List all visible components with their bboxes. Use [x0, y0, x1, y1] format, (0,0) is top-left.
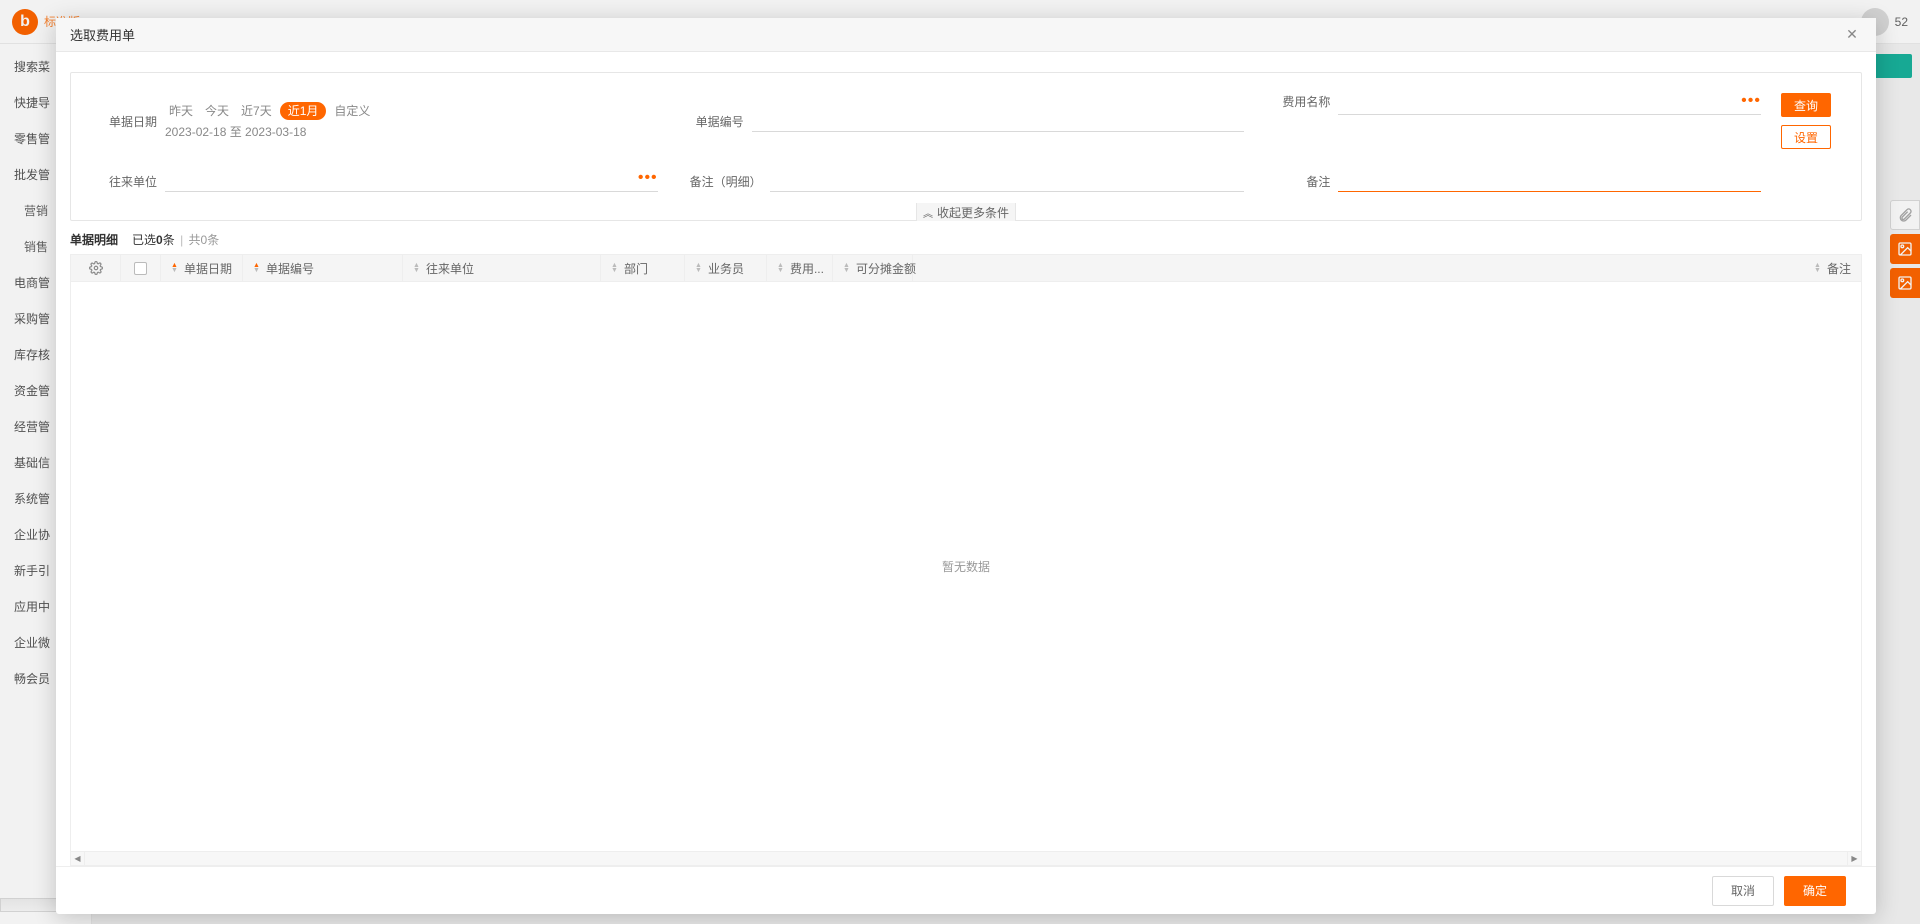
column-alloc-amount[interactable]: ▲▼ 可分摊金额	[833, 255, 913, 281]
remark-detail-input[interactable]	[770, 170, 1245, 192]
collapse-label: 收起更多条件	[937, 204, 1009, 221]
chip-today[interactable]: 今天	[201, 102, 233, 120]
fee-name-input[interactable]	[1338, 93, 1761, 115]
sort-icon: ▲▼	[1814, 263, 1821, 273]
collapse-toggle[interactable]: ︽ 收起更多条件	[916, 203, 1016, 221]
scroll-right-icon[interactable]: ▶	[1847, 852, 1861, 865]
remark-input[interactable]	[1338, 170, 1761, 192]
sort-icon: ▲▼	[777, 263, 784, 273]
select-expense-modal: 选取费用单 ✕ 单据日期 昨天 今天 近7天	[56, 18, 1876, 914]
detail-title: 单据明细	[70, 231, 118, 248]
confirm-button[interactable]: 确定	[1784, 876, 1846, 906]
label-vendor: 往来单位	[101, 173, 157, 190]
query-button[interactable]: 查询	[1781, 93, 1831, 117]
chip-yesterday[interactable]: 昨天	[165, 102, 197, 120]
vendor-picker-icon[interactable]: •••	[638, 168, 658, 188]
label-fee-name: 费用名称	[1274, 93, 1330, 110]
close-icon[interactable]: ✕	[1842, 25, 1862, 45]
column-fee[interactable]: ▲▼ 费用...	[767, 255, 833, 281]
table-empty: 暂无数据	[71, 282, 1861, 851]
column-bill-code[interactable]: ▲▼ 单据编号	[243, 255, 403, 281]
gear-icon	[89, 261, 103, 275]
vendor-input[interactable]	[165, 170, 658, 192]
horizontal-scrollbar[interactable]: ◀ ▶	[71, 851, 1861, 865]
settings-button[interactable]: 设置	[1781, 125, 1831, 149]
label-remark: 备注	[1274, 173, 1330, 190]
cancel-button[interactable]: 取消	[1712, 876, 1774, 906]
sort-icon: ▲▼	[843, 263, 850, 273]
column-bill-date[interactable]: ▲▼ 单据日期	[161, 255, 243, 281]
sort-icon: ▲▼	[253, 263, 260, 273]
sort-icon: ▲▼	[171, 263, 178, 273]
selection-count: 已选0条 | 共0条	[132, 231, 219, 248]
chip-last1m[interactable]: 近1月	[280, 102, 327, 120]
column-select-all[interactable]	[121, 255, 161, 281]
checkbox-icon	[134, 262, 147, 275]
label-bill-date: 单据日期	[101, 113, 157, 130]
modal-title: 选取费用单	[70, 25, 135, 44]
filter-panel: 单据日期 昨天 今天 近7天 近1月 自定义 2023-02-1	[70, 72, 1862, 221]
column-settings[interactable]	[71, 255, 121, 281]
column-dept[interactable]: ▲▼ 部门	[601, 255, 685, 281]
sort-icon: ▲▼	[413, 263, 420, 273]
result-table: ▲▼ 单据日期 ▲▼ 单据编号 ▲▼ 往来单位 ▲▼ 部门 ▲▼ 业务员	[70, 254, 1862, 866]
sort-icon: ▲▼	[695, 263, 702, 273]
column-staff[interactable]: ▲▼ 业务员	[685, 255, 767, 281]
chevron-up-icon: ︽	[923, 205, 933, 220]
label-bill-code: 单据编号	[688, 113, 744, 130]
chip-custom[interactable]: 自定义	[330, 102, 374, 120]
date-range-text: 2023-02-18 至 2023-03-18	[165, 123, 658, 140]
scroll-left-icon[interactable]: ◀	[71, 852, 85, 865]
column-vendor[interactable]: ▲▼ 往来单位	[403, 255, 601, 281]
chip-last7[interactable]: 近7天	[237, 102, 276, 120]
sort-icon: ▲▼	[611, 263, 618, 273]
bill-code-input[interactable]	[752, 110, 1245, 132]
label-remark-detail: 备注（明细）	[688, 173, 762, 190]
fee-name-picker-icon[interactable]: •••	[1741, 91, 1761, 111]
column-remark[interactable]: ▲▼ 备注	[913, 255, 1861, 281]
